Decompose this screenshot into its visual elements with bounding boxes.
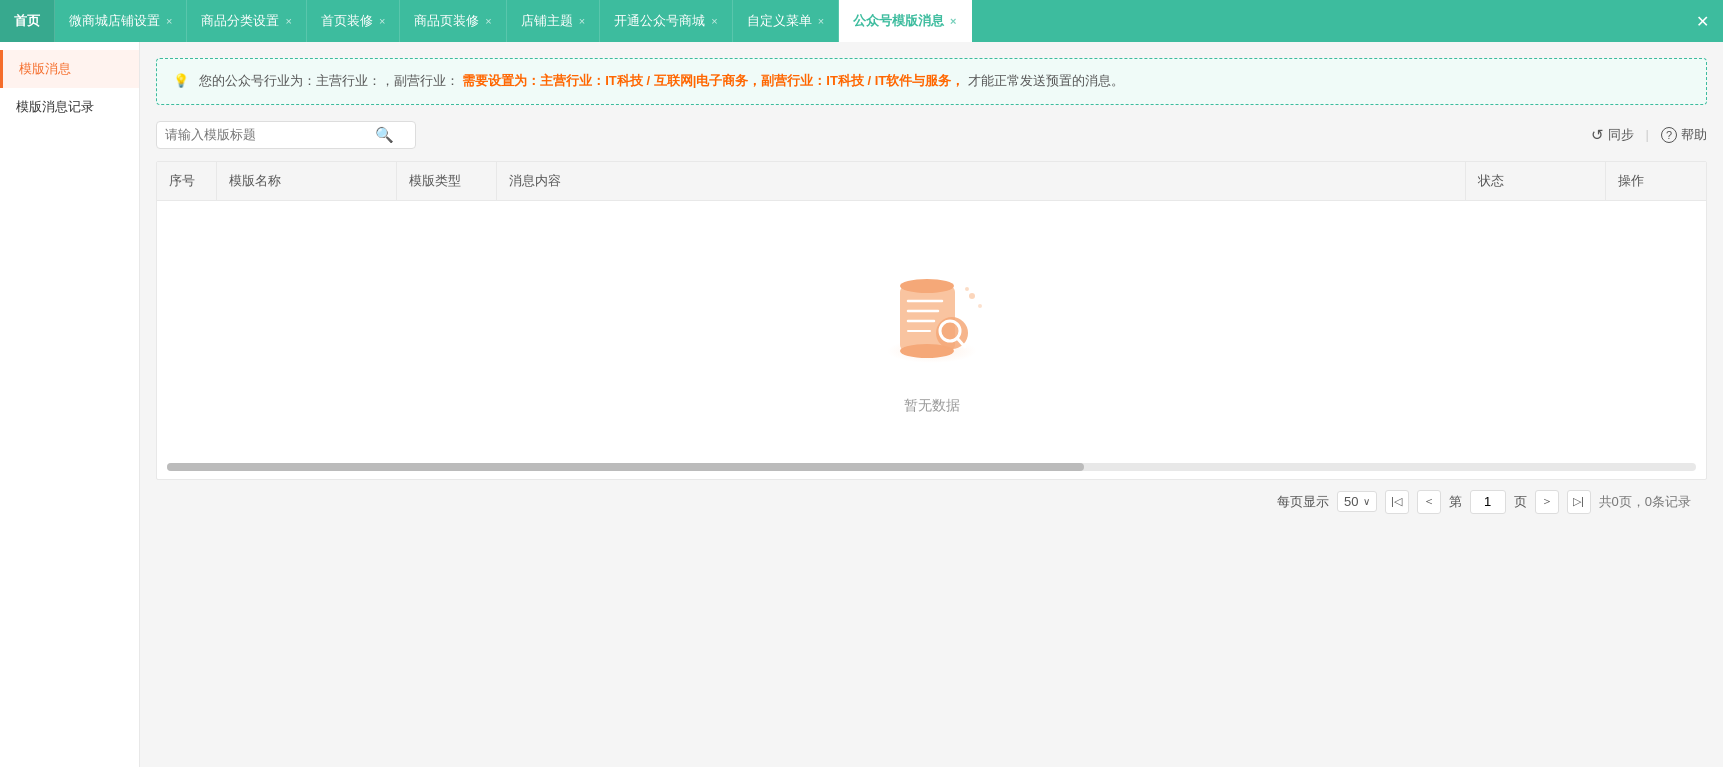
sync-icon: ↺ [1591,126,1604,144]
tab-close-icon-open-mall[interactable]: × [711,15,717,27]
tab-item-open-mall[interactable]: 开通公众号商城 × [600,0,732,42]
tab-item-home[interactable]: 首页 [0,0,55,42]
tab-item-theme[interactable]: 店铺主题 × [507,0,600,42]
next-page-button[interactable]: ＞ [1535,490,1559,514]
empty-illustration [872,261,992,381]
svg-point-12 [978,304,982,308]
search-icon[interactable]: 🔍 [375,126,394,144]
table-header: 序号 模版名称 模版类型 消息内容 状态 操作 [157,162,1706,201]
col-header-status: 状态 [1466,162,1606,200]
empty-text: 暂无数据 [904,397,960,415]
tab-item-shop-setting[interactable]: 微商城店铺设置 × [55,0,187,42]
sync-label: 同步 [1608,126,1634,144]
search-input-wrap: 🔍 [156,121,416,149]
pagination: 每页显示 50 ∨ |◁ ＜ 第 页 ＞ ▷| 共0页，0条记录 [156,480,1707,524]
data-table: 序号 模版名称 模版类型 消息内容 状态 操作 [156,161,1707,480]
help-icon: ? [1661,127,1677,143]
col-header-content: 消息内容 [497,162,1466,200]
tab-close-icon-template-msg[interactable]: × [950,15,956,27]
first-page-button[interactable]: |◁ [1385,490,1409,514]
tab-label-open-mall: 开通公众号商城 [614,12,705,30]
notice-icon: 💡 [173,73,189,88]
empty-state: 暂无数据 [157,201,1706,455]
tab-close-icon-shop-setting[interactable]: × [166,15,172,27]
tab-item-template-msg[interactable]: 公众号模版消息 × [839,0,971,42]
tab-close-icon-category[interactable]: × [285,15,291,27]
sidebar: 模版消息模版消息记录 [0,42,140,767]
tab-label-home: 首页 [14,12,40,30]
svg-point-13 [965,287,969,291]
tab-label-home-decor: 首页装修 [321,12,373,30]
content-area: 💡 您的公众号行业为：主营行业：，副营行业： 需要设置为：主营行业：IT科技 /… [140,42,1723,767]
tab-label-shop-setting: 微商城店铺设置 [69,12,160,30]
horizontal-scrollbar[interactable] [167,463,1696,471]
notice-suffix: 才能正常发送预置的消息。 [968,73,1124,88]
notice-highlight: 需要设置为：主营行业：IT科技 / 互联网|电子商务，副营行业：IT科技 / I… [462,73,964,88]
tab-label-product-decor: 商品页装修 [414,12,479,30]
tab-close-icon-theme[interactable]: × [579,15,585,27]
tab-bar: 首页微商城店铺设置×商品分类设置×首页装修×商品页装修×店铺主题×开通公众号商城… [0,0,1723,42]
tab-close-icon-product-decor[interactable]: × [485,15,491,27]
tab-item-product-decor[interactable]: 商品页装修 × [400,0,506,42]
page-label-pre: 第 [1449,493,1462,511]
tab-label-template-msg: 公众号模版消息 [853,12,944,30]
page-size-dropdown-icon: ∨ [1363,496,1370,507]
svg-point-11 [969,293,975,299]
tab-bar-close-button[interactable]: ✕ [1682,0,1723,42]
divider: | [1646,127,1649,142]
svg-point-2 [900,279,954,293]
page-size-value: 50 [1344,494,1358,509]
col-header-type: 模版类型 [397,162,497,200]
tab-item-category[interactable]: 商品分类设置 × [187,0,306,42]
tab-close-icon-home-decor[interactable]: × [379,15,385,27]
tab-label-theme: 店铺主题 [521,12,573,30]
page-size-label: 每页显示 [1277,493,1329,511]
tab-item-custom-menu[interactable]: 自定义菜单 × [733,0,839,42]
sidebar-item-template-msg[interactable]: 模版消息 [0,50,139,88]
sidebar-item-template-msg-log[interactable]: 模版消息记录 [0,88,139,126]
page-size-select[interactable]: 50 ∨ [1337,491,1376,512]
page-label-suf: 页 [1514,493,1527,511]
tab-label-category: 商品分类设置 [201,12,279,30]
tab-item-home-decor[interactable]: 首页装修 × [307,0,400,42]
col-header-name: 模版名称 [217,162,397,200]
col-header-action: 操作 [1606,162,1706,200]
toolbar-right: ↺ 同步 | ? 帮助 [1591,126,1707,144]
scrollbar-thumb[interactable] [167,463,1084,471]
help-label: 帮助 [1681,126,1707,144]
search-input[interactable] [165,127,375,142]
help-button[interactable]: ? 帮助 [1661,126,1707,144]
prev-page-button[interactable]: ＜ [1417,490,1441,514]
tab-close-icon-custom-menu[interactable]: × [818,15,824,27]
search-bar: 🔍 ↺ 同步 | ? 帮助 [156,121,1707,149]
main-layout: 模版消息模版消息记录 💡 您的公众号行业为：主营行业：，副营行业： 需要设置为：… [0,42,1723,767]
sync-button[interactable]: ↺ 同步 [1591,126,1634,144]
col-header-seq: 序号 [157,162,217,200]
notice-box: 💡 您的公众号行业为：主营行业：，副营行业： 需要设置为：主营行业：IT科技 /… [156,58,1707,105]
last-page-button[interactable]: ▷| [1567,490,1591,514]
page-number-input[interactable] [1470,490,1506,514]
tab-label-custom-menu: 自定义菜单 [747,12,812,30]
total-label: 共0页，0条记录 [1599,493,1691,511]
notice-prefix: 您的公众号行业为：主营行业：，副营行业： [199,73,459,88]
